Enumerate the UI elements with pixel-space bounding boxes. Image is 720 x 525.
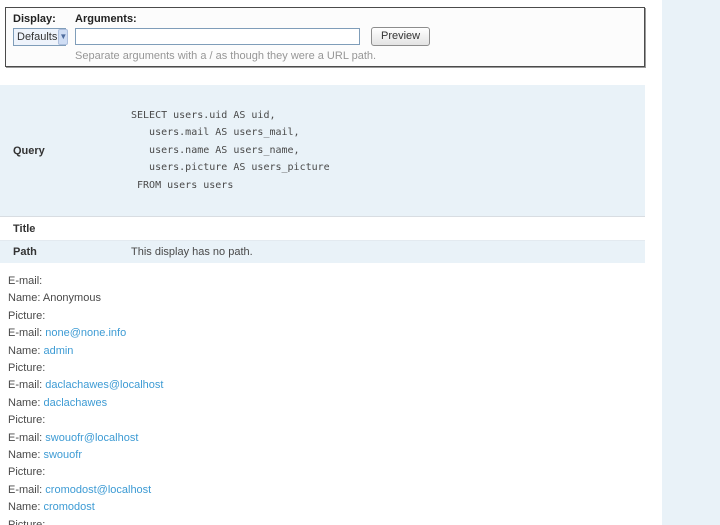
content-area: Display: Defaults ▼ Arguments: Preview S… [0, 0, 662, 525]
user-name-link[interactable]: cromodost [43, 501, 94, 513]
email-field-label: E-mail: [8, 379, 43, 392]
view-results-list: E-mail: Name: Anonymous Picture: E-mail:… [0, 273, 662, 525]
user-email-link[interactable]: none@none.info [45, 327, 126, 339]
email-field-label: E-mail: [8, 431, 43, 444]
user-result-row: E-mail: swouofr@localhost Name: swouofr … [8, 430, 662, 482]
picture-line: Picture: [8, 308, 662, 325]
query-sql: SELECT users.uid AS uid, users.mail AS u… [131, 109, 330, 191]
user-name-text: Anonymous [42, 292, 101, 305]
name-field-label: Name: [8, 501, 41, 514]
email-field-label: E-mail: [8, 483, 43, 496]
picture-field-label: Picture: [8, 466, 46, 479]
title-row: Title [0, 216, 645, 241]
email-line: E-mail: cromodost@localhost [8, 482, 662, 499]
title-value [123, 216, 645, 241]
name-line: Name: daclachawes [8, 395, 662, 412]
email-line: E-mail: swouofr@localhost [8, 430, 662, 447]
email-line: E-mail: [8, 273, 662, 290]
preview-controls-box: Display: Defaults ▼ Arguments: Preview S… [5, 7, 645, 67]
query-row: Query SELECT users.uid AS uid, users.mai… [0, 85, 645, 217]
arguments-input[interactable] [75, 28, 360, 45]
user-result-row: E-mail: Name: Anonymous Picture: [8, 273, 662, 325]
preview-button[interactable]: Preview [371, 27, 431, 46]
name-field-label: Name: [8, 396, 41, 409]
picture-field-label: Picture: [8, 309, 46, 322]
user-email-link[interactable]: cromodost@localhost [45, 484, 151, 496]
arguments-label: Arguments: [75, 13, 137, 25]
path-value: This display has no path. [123, 240, 645, 263]
email-line: E-mail: daclachawes@localhost [8, 377, 662, 394]
user-result-row: E-mail: cromodost@localhost Name: cromod… [8, 482, 662, 525]
user-email-link[interactable]: daclachawes@localhost [45, 379, 163, 391]
picture-line: Picture: [8, 464, 662, 481]
name-line: Name: admin [8, 343, 662, 360]
query-label: Query [0, 85, 123, 217]
name-field-label: Name: [8, 292, 41, 305]
user-name-link[interactable]: swouofr [43, 449, 82, 461]
chevron-down-icon: ▼ [58, 29, 69, 45]
name-line: Name: swouofr [8, 447, 662, 464]
preview-info-table: Query SELECT users.uid AS uid, users.mai… [0, 85, 645, 263]
email-field-label: E-mail: [8, 327, 43, 340]
picture-line: Picture: [8, 360, 662, 377]
email-line: E-mail: none@none.info [8, 325, 662, 342]
name-line: Name: cromodost [8, 499, 662, 516]
display-select-value: Defaults [17, 31, 58, 43]
display-label: Display: [13, 13, 56, 25]
picture-field-label: Picture: [8, 518, 46, 525]
arguments-help-text: Separate arguments with a / as though th… [75, 50, 377, 62]
user-result-row: E-mail: none@none.info Name: admin Pictu… [8, 325, 662, 377]
user-name-link[interactable]: admin [43, 345, 73, 357]
page: Display: Defaults ▼ Arguments: Preview S… [0, 0, 720, 525]
user-email-link[interactable]: swouofr@localhost [45, 432, 138, 444]
user-result-row: E-mail: daclachawes@localhost Name: dacl… [8, 377, 662, 429]
picture-line: Picture: [8, 517, 662, 525]
picture-field-label: Picture: [8, 362, 46, 375]
picture-line: Picture: [8, 412, 662, 429]
path-row: Path This display has no path. [0, 240, 645, 263]
name-field-label: Name: [8, 449, 41, 462]
display-select[interactable]: Defaults ▼ [13, 28, 69, 46]
name-line: Name: Anonymous [8, 290, 662, 307]
picture-field-label: Picture: [8, 414, 46, 427]
path-label: Path [0, 240, 123, 263]
arguments-control: Arguments: Preview Separate arguments wi… [75, 12, 634, 62]
user-name-link[interactable]: daclachawes [43, 397, 107, 409]
email-field-label: E-mail: [8, 275, 43, 287]
display-control: Display: Defaults ▼ [13, 12, 75, 62]
title-label: Title [0, 216, 123, 241]
name-field-label: Name: [8, 344, 41, 357]
